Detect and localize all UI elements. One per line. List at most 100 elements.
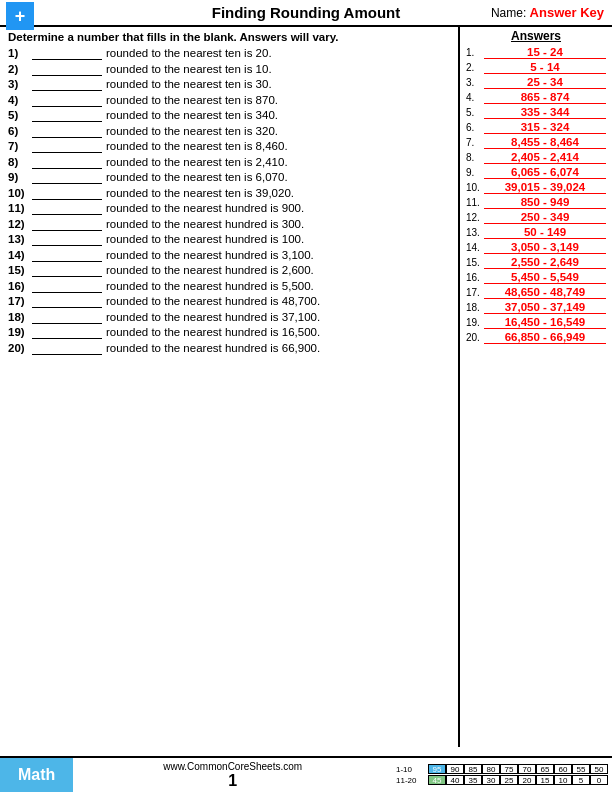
answer-value: 37,050 - 37,149 [484,301,606,314]
answer-number: 2. [466,62,484,73]
answer-value: 5,450 - 5,549 [484,271,606,284]
name-line: Name: Answer Key [491,5,604,20]
answer-row: 2. 5 - 14 [466,61,606,74]
question-number: 13) [8,233,32,245]
question-item: 9) rounded to the nearest ten is 6,070. [8,171,450,184]
logo-icon: + [6,2,34,30]
question-text: rounded to the nearest hundred is 2,600. [106,264,450,276]
answer-value: 335 - 344 [484,106,606,119]
answer-row: 4. 865 - 874 [466,91,606,104]
answer-number: 18. [466,302,484,313]
answer-blank[interactable] [32,78,102,91]
question-text: rounded to the nearest ten is 6,070. [106,171,450,183]
answer-blank[interactable] [32,94,102,107]
question-text: rounded to the nearest hundred is 48,700… [106,295,450,307]
answer-value: 5 - 14 [484,61,606,74]
answer-number: 13. [466,227,484,238]
answer-value: 850 - 949 [484,196,606,209]
score-cell: 50 [590,764,608,774]
answer-number: 9. [466,167,484,178]
answer-row: 1. 15 - 24 [466,46,606,59]
answer-blank[interactable] [32,218,102,231]
question-text: rounded to the nearest hundred is 37,100… [106,311,450,323]
answer-blank[interactable] [32,342,102,355]
answer-row: 8. 2,405 - 2,414 [466,151,606,164]
answer-blank[interactable] [32,249,102,262]
footer-website: www.CommonCoreSheets.com [163,761,302,772]
answer-blank[interactable] [32,109,102,122]
answer-blank[interactable] [32,156,102,169]
answer-value: 15 - 24 [484,46,606,59]
answer-blank[interactable] [32,140,102,153]
question-number: 2) [8,63,32,75]
question-item: 14) rounded to the nearest hundred is 3,… [8,249,450,262]
answer-value: 2,550 - 2,649 [484,256,606,269]
question-number: 19) [8,326,32,338]
answer-blank[interactable] [32,311,102,324]
answer-blank[interactable] [32,295,102,308]
page-title: Finding Rounding Amount [212,4,401,21]
score-row-1: 1-10 95908580757065605550 [396,764,608,774]
answer-number: 19. [466,317,484,328]
answer-value: 8,455 - 8,464 [484,136,606,149]
answer-blank[interactable] [32,202,102,215]
score-cell: 80 [482,764,500,774]
score-cell: 5 [572,775,590,785]
answer-value: 315 - 324 [484,121,606,134]
question-text: rounded to the nearest ten is 2,410. [106,156,450,168]
question-number: 8) [8,156,32,168]
score-label-1: 1-10 [396,765,428,774]
answer-row: 6. 315 - 324 [466,121,606,134]
answer-blank[interactable] [32,326,102,339]
question-item: 5) rounded to the nearest ten is 340. [8,109,450,122]
question-text: rounded to the nearest ten is 10. [106,63,450,75]
answer-blank[interactable] [32,125,102,138]
score-cell: 25 [500,775,518,785]
question-text: rounded to the nearest hundred is 66,900… [106,342,450,354]
name-label: Name: [491,6,526,20]
question-text: rounded to the nearest hundred is 16,500… [106,326,450,338]
answer-number: 16. [466,272,484,283]
answers-list: 1. 15 - 24 2. 5 - 14 3. 25 - 34 4. 865 -… [466,46,606,344]
question-number: 10) [8,187,32,199]
score-cell: 45 [428,775,446,785]
question-text: rounded to the nearest hundred is 100. [106,233,450,245]
question-number: 6) [8,125,32,137]
question-number: 7) [8,140,32,152]
answer-blank[interactable] [32,264,102,277]
answer-row: 7. 8,455 - 8,464 [466,136,606,149]
answer-blank[interactable] [32,187,102,200]
answer-value: 48,650 - 48,749 [484,286,606,299]
questions-list: 1) rounded to the nearest ten is 20. 2) … [8,47,450,355]
answer-number: 1. [466,47,484,58]
answer-row: 11. 850 - 949 [466,196,606,209]
question-number: 18) [8,311,32,323]
score-cell: 35 [464,775,482,785]
answer-value: 39,015 - 39,024 [484,181,606,194]
answer-row: 5. 335 - 344 [466,106,606,119]
question-number: 16) [8,280,32,292]
answer-row: 3. 25 - 34 [466,76,606,89]
question-text: rounded to the nearest hundred is 3,100. [106,249,450,261]
answers-column: Answers 1. 15 - 24 2. 5 - 14 3. 25 - 34 … [460,27,612,747]
answer-blank[interactable] [32,63,102,76]
answer-value: 25 - 34 [484,76,606,89]
answer-blank[interactable] [32,47,102,60]
question-number: 5) [8,109,32,121]
answer-blank[interactable] [32,171,102,184]
answer-value: 250 - 349 [484,211,606,224]
answer-key-label: Answer Key [530,5,604,20]
score-cell: 40 [446,775,464,785]
question-number: 9) [8,171,32,183]
answer-value: 16,450 - 16,549 [484,316,606,329]
answer-blank[interactable] [32,280,102,293]
answer-blank[interactable] [32,233,102,246]
answer-number: 3. [466,77,484,88]
question-number: 11) [8,202,32,214]
answer-row: 9. 6,065 - 6,074 [466,166,606,179]
answer-value: 865 - 874 [484,91,606,104]
main-content: Determine a number that fills in the bla… [0,27,612,747]
answer-number: 7. [466,137,484,148]
question-number: 1) [8,47,32,59]
score-cell: 85 [464,764,482,774]
